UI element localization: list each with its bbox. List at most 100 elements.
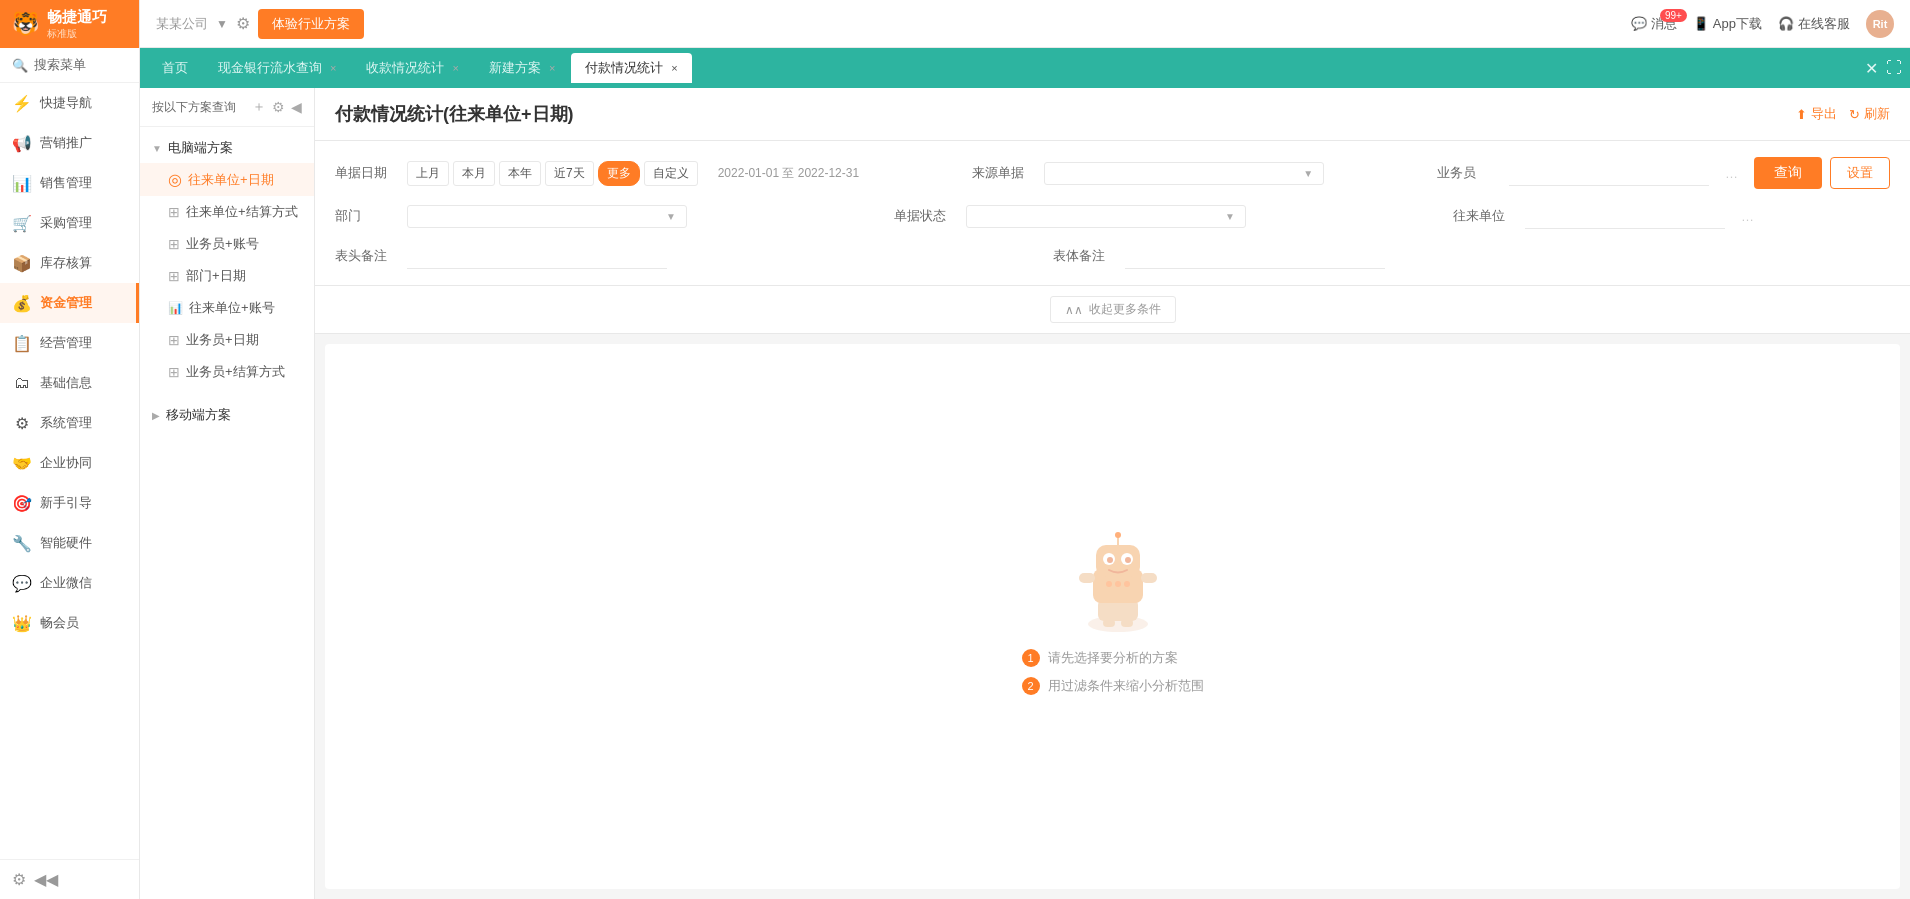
collapse-more-btn[interactable]: ∧∧ 收起更多条件 bbox=[1050, 296, 1176, 323]
tab-expand-icon[interactable]: ⛶ bbox=[1886, 59, 1902, 77]
date-7days-btn[interactable]: 近7天 bbox=[545, 161, 594, 186]
tab-new-scheme[interactable]: 新建方案 × bbox=[475, 53, 569, 83]
export-btn[interactable]: ⬆ 导出 bbox=[1796, 105, 1837, 123]
tab-pay-stats-close-icon[interactable]: × bbox=[671, 62, 677, 74]
message-btn[interactable]: 💬 消息 99+ bbox=[1631, 15, 1677, 33]
filter-settings-btn[interactable]: 设置 bbox=[1830, 157, 1890, 189]
filter-area: 单据日期 上月 本月 本年 近7天 更多 自定义 2022-01-01 至 20… bbox=[315, 141, 1910, 286]
scheme-item-icon-2: ⊞ bbox=[168, 236, 180, 252]
scheme-item-dept-date[interactable]: ⊞ 部门+日期 bbox=[140, 260, 314, 292]
source-label: 来源单据 bbox=[972, 164, 1028, 182]
tab-payment-stats-close-icon[interactable]: × bbox=[452, 62, 458, 74]
svg-point-6 bbox=[1107, 557, 1113, 563]
search-menu[interactable]: 🔍 搜索菜单 bbox=[0, 48, 139, 83]
sidebar-item-inventory[interactable]: 📦 库存核算 bbox=[0, 243, 139, 283]
filter-row-1: 单据日期 上月 本月 本年 近7天 更多 自定义 2022-01-01 至 20… bbox=[335, 157, 1890, 189]
query-btn[interactable]: 查询 bbox=[1754, 157, 1822, 189]
tab-home[interactable]: 首页 bbox=[148, 53, 202, 83]
sidebar-footer: ⚙ ◀◀ bbox=[0, 859, 139, 899]
tab-pay-stats[interactable]: 付款情况统计 × bbox=[571, 53, 691, 83]
scheme-header: 按以下方案查询 ＋ ⚙ ◀ bbox=[140, 88, 314, 127]
trial-btn[interactable]: 体验行业方案 bbox=[258, 9, 364, 39]
date-custom-btn[interactable]: 自定义 bbox=[644, 161, 698, 186]
logo-name: 畅捷通巧 bbox=[47, 8, 107, 27]
sidebar-item-system[interactable]: ⚙ 系统管理 bbox=[0, 403, 139, 443]
svg-point-14 bbox=[1124, 581, 1130, 587]
sidebar-item-marketing[interactable]: 📢 营销推广 bbox=[0, 123, 139, 163]
scheme-item-staff-account[interactable]: ⊞ 业务员+账号 bbox=[140, 228, 314, 260]
hint-num-1: 1 bbox=[1022, 649, 1040, 667]
note1-input[interactable] bbox=[407, 243, 667, 269]
refresh-label: 刷新 bbox=[1864, 105, 1890, 123]
scheme-item-icon-5: ⊞ bbox=[168, 332, 180, 348]
sidebar-item-finance[interactable]: 💰 资金管理 bbox=[0, 283, 139, 323]
empty-hint: 1 请先选择要分析的方案 2 用过滤条件来缩小分析范围 bbox=[1022, 649, 1204, 705]
sidebar-item-basic-info[interactable]: 🗂 基础信息 bbox=[0, 363, 139, 403]
scheme-add-icon[interactable]: ＋ bbox=[252, 98, 266, 116]
mobile-scheme-title[interactable]: ▶ 移动端方案 bbox=[140, 400, 314, 430]
staff-more-icon[interactable]: … bbox=[1725, 166, 1738, 181]
partner-input[interactable] bbox=[1525, 203, 1725, 229]
sidebar-item-quick-nav[interactable]: ⚡ 快捷导航 bbox=[0, 83, 139, 123]
tab-payment-stats[interactable]: 收款情况统计 × bbox=[352, 53, 472, 83]
tab-cash-bank[interactable]: 现金银行流水查询 × bbox=[204, 53, 350, 83]
hint-text-1: 请先选择要分析的方案 bbox=[1048, 649, 1178, 667]
scheme-settings-icon[interactable]: ⚙ bbox=[272, 99, 285, 115]
sidebar-item-wechat[interactable]: 💬 企业微信 bbox=[0, 563, 139, 603]
staff-input[interactable] bbox=[1509, 160, 1709, 186]
date-more-btn[interactable]: 更多 bbox=[598, 161, 640, 186]
partner-label: 往来单位 bbox=[1453, 207, 1509, 225]
scheme-item-label-3: 部门+日期 bbox=[186, 267, 246, 285]
system-icon: ⚙ bbox=[12, 413, 32, 433]
status-select[interactable]: ▼ bbox=[966, 205, 1246, 228]
svg-point-13 bbox=[1115, 581, 1121, 587]
tab-new-scheme-close-icon[interactable]: × bbox=[549, 62, 555, 74]
sidebar-item-purchase[interactable]: 🛒 采购管理 bbox=[0, 203, 139, 243]
empty-state: 1 请先选择要分析的方案 2 用过滤条件来缩小分析范围 bbox=[325, 344, 1900, 889]
sidebar-item-guide[interactable]: 🎯 新手引导 bbox=[0, 483, 139, 523]
scheme-item-staff-settlement[interactable]: ⊞ 业务员+结算方式 bbox=[140, 356, 314, 388]
date-this-year-btn[interactable]: 本年 bbox=[499, 161, 541, 186]
sidebar-item-member[interactable]: 👑 畅会员 bbox=[0, 603, 139, 643]
scheme-item-partner-account[interactable]: 📊 往来单位+账号 bbox=[140, 292, 314, 324]
sidebar-collapse-icon[interactable]: ◀◀ bbox=[34, 870, 58, 889]
dept-select[interactable]: ▼ bbox=[407, 205, 687, 228]
scheme-item-staff-date[interactable]: ⊞ 业务员+日期 bbox=[140, 324, 314, 356]
date-range-display: 2022-01-01 至 2022-12-31 bbox=[718, 165, 859, 182]
scheme-item-partner-date[interactable]: ◎ 往来单位+日期 bbox=[140, 163, 314, 196]
tab-cash-bank-close-icon[interactable]: × bbox=[330, 62, 336, 74]
user-avatar[interactable]: Rit bbox=[1866, 10, 1894, 38]
refresh-btn[interactable]: ↻ 刷新 bbox=[1849, 105, 1890, 123]
footer-settings-icon[interactable]: ⚙ bbox=[12, 870, 26, 889]
collapse-label: 收起更多条件 bbox=[1089, 301, 1161, 318]
company-dropdown-icon[interactable]: ▼ bbox=[216, 17, 228, 31]
sidebar-item-operation[interactable]: 📋 经营管理 bbox=[0, 323, 139, 363]
note2-input[interactable] bbox=[1125, 243, 1385, 269]
member-icon: 👑 bbox=[12, 613, 32, 633]
message-badge: 99+ bbox=[1660, 9, 1687, 22]
pc-scheme-title[interactable]: ▼ 电脑端方案 bbox=[140, 133, 314, 163]
sidebar-item-sales[interactable]: 📊 销售管理 bbox=[0, 163, 139, 203]
topbar-settings-icon[interactable]: ⚙ bbox=[236, 14, 250, 33]
sidebar-item-hardware[interactable]: 🔧 智能硬件 bbox=[0, 523, 139, 563]
svg-rect-10 bbox=[1079, 573, 1095, 583]
content-area: 按以下方案查询 ＋ ⚙ ◀ ▼ 电脑端方案 ◎ 往来单位+日期 ⊞ 往来单位+结… bbox=[140, 88, 1910, 899]
date-last-month-btn[interactable]: 上月 bbox=[407, 161, 449, 186]
app-download-btn[interactable]: 📱 App下载 bbox=[1693, 15, 1762, 33]
tab-close-all-icon[interactable]: ✕ bbox=[1865, 59, 1878, 78]
source-select[interactable]: ▼ bbox=[1044, 162, 1324, 185]
date-this-month-btn[interactable]: 本月 bbox=[453, 161, 495, 186]
scheme-item-partner-settlement[interactable]: ⊞ 往来单位+结算方式 bbox=[140, 196, 314, 228]
basic-info-icon: 🗂 bbox=[12, 373, 32, 393]
partner-more-icon[interactable]: … bbox=[1741, 209, 1754, 224]
mobile-section-label: 移动端方案 bbox=[166, 406, 231, 424]
search-label: 搜索菜单 bbox=[34, 56, 86, 74]
svg-point-9 bbox=[1115, 532, 1121, 538]
marketing-icon: 📢 bbox=[12, 133, 32, 153]
online-service-btn[interactable]: 🎧 在线客服 bbox=[1778, 15, 1850, 33]
scheme-collapse-icon[interactable]: ◀ bbox=[291, 99, 302, 115]
scheme-item-icon-4: 📊 bbox=[168, 301, 183, 315]
pc-scheme-section: ▼ 电脑端方案 ◎ 往来单位+日期 ⊞ 往来单位+结算方式 ⊞ 业务员+账号 ⊞ bbox=[140, 127, 314, 394]
sidebar-item-cooperation[interactable]: 🤝 企业协同 bbox=[0, 443, 139, 483]
staff-label: 业务员 bbox=[1437, 164, 1493, 182]
